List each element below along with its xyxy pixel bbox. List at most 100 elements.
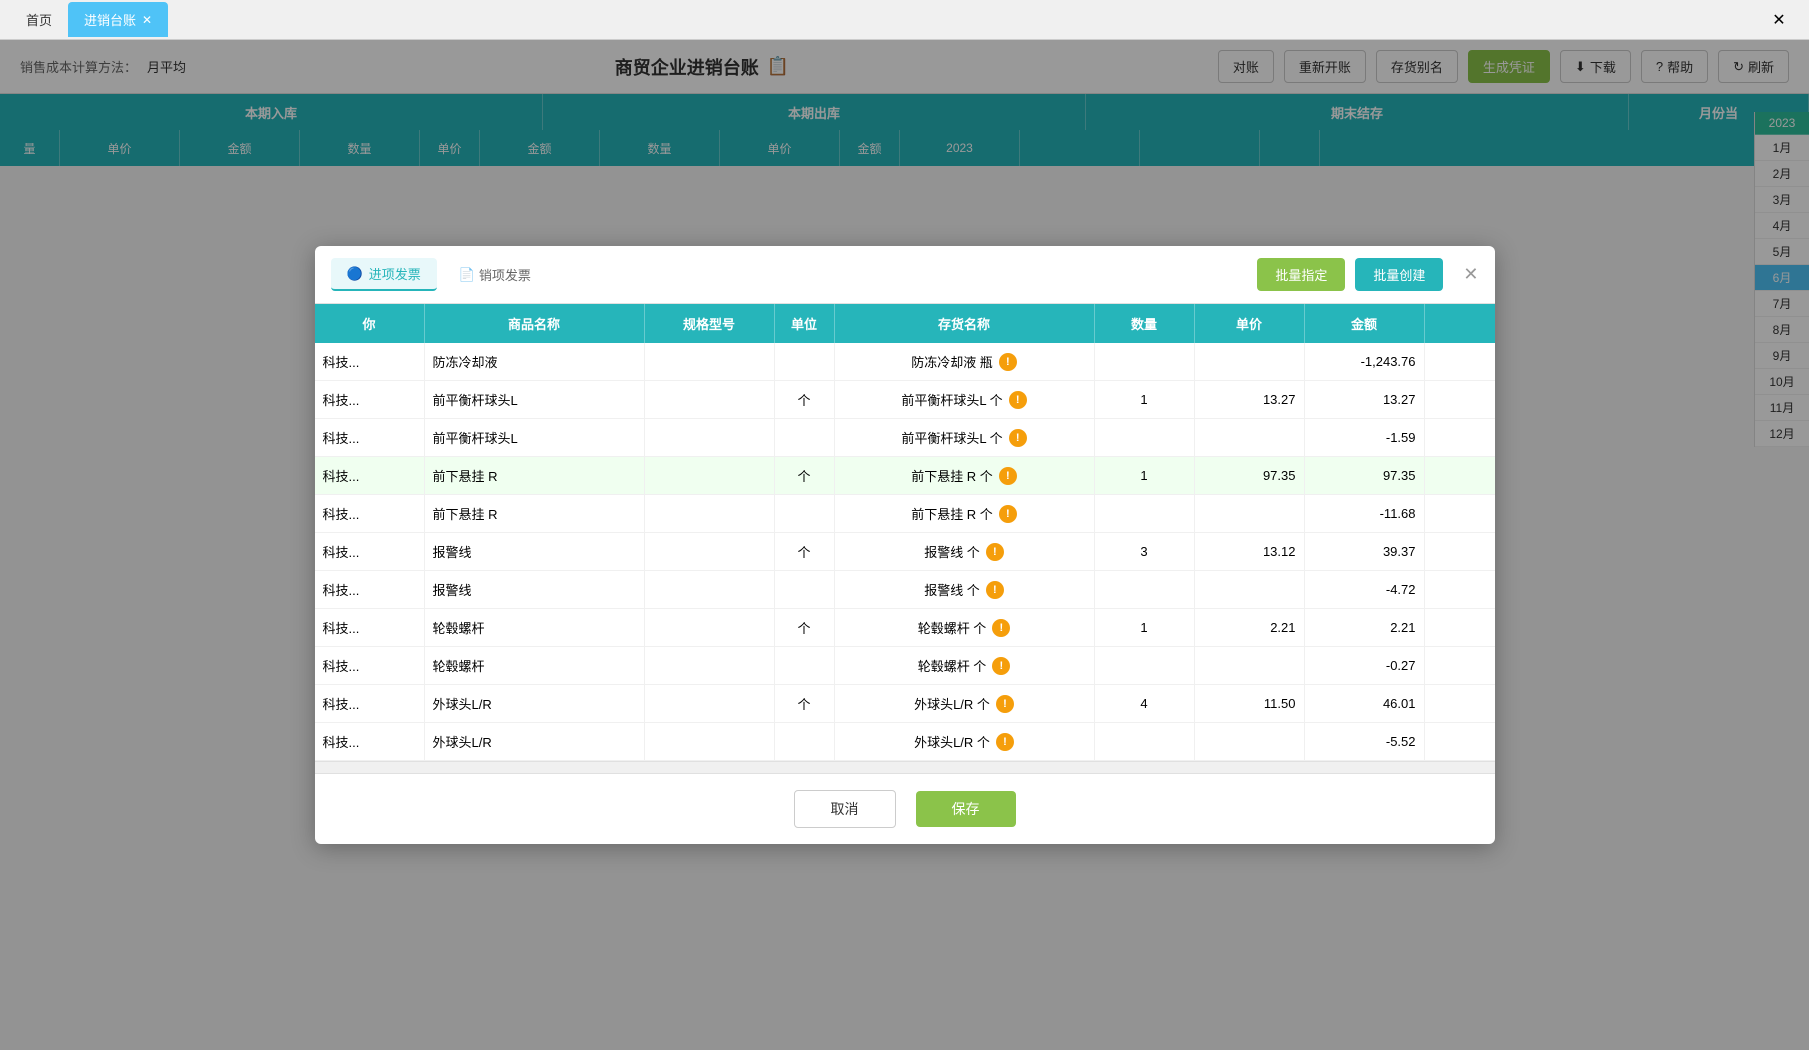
cell-unit [775, 419, 835, 456]
cell-product: 外球头L/R [425, 723, 645, 760]
modal-overlay: 🔵 进项发票 📄 销项发票 批量指定 批量创建 ✕ 你 商品名称 规 [0, 40, 1809, 1050]
warning-icon: ! [1009, 429, 1027, 447]
cell-price [1195, 419, 1305, 456]
save-button[interactable]: 保存 [916, 791, 1016, 827]
table-row: 科技... 前平衡杆球头L 个 前平衡杆球头L 个 ! 1 13.27 13.2… [315, 381, 1495, 419]
cell-qty [1095, 571, 1195, 608]
table-row: 科技... 报警线 个 报警线 个 ! 3 13.12 39.37 [315, 533, 1495, 571]
cell-qty: 1 [1095, 457, 1195, 494]
cell-spec [645, 647, 775, 684]
cell-product: 轮毂螺杆 [425, 609, 645, 646]
income-invoice-icon: 🔵 [347, 266, 363, 282]
tab-ledger[interactable]: 进销台账 ✕ [68, 2, 168, 37]
cell-product: 报警线 [425, 533, 645, 570]
main-area: 销售成本计算方法： 月平均 商贸企业进销台账 📋 对账 重新开账 存货别名 生成… [0, 40, 1809, 1050]
table-row: 科技... 前下悬挂 R 前下悬挂 R 个 ! -11.68 [315, 495, 1495, 533]
table-row: 科技... 轮毂螺杆 个 轮毂螺杆 个 ! 1 2.21 2.21 [315, 609, 1495, 647]
cell-inventory: 外球头L/R 个 ! [835, 685, 1095, 722]
cell-company: 科技... [315, 685, 425, 722]
batch-create-button[interactable]: 批量创建 [1355, 258, 1443, 291]
cell-spec [645, 343, 775, 380]
cell-company: 科技... [315, 381, 425, 418]
cell-qty [1095, 419, 1195, 456]
cell-inventory: 轮毂螺杆 个 ! [835, 647, 1095, 684]
th-price: 单价 [1195, 304, 1305, 343]
cell-inventory: 轮毂螺杆 个 ! [835, 609, 1095, 646]
cell-company: 科技... [315, 343, 425, 380]
warning-icon: ! [996, 695, 1014, 713]
modal-header: 🔵 进项发票 📄 销项发票 批量指定 批量创建 ✕ [315, 246, 1495, 304]
cell-price [1195, 343, 1305, 380]
cell-inventory: 报警线 个 ! [835, 533, 1095, 570]
cell-price [1195, 647, 1305, 684]
cell-qty: 1 [1095, 609, 1195, 646]
cell-unit [775, 571, 835, 608]
table-header: 你 商品名称 规格型号 单位 存货名称 数量 单价 金额 [315, 304, 1495, 343]
cell-spec [645, 419, 775, 456]
cell-company: 科技... [315, 457, 425, 494]
cell-product: 外球头L/R [425, 685, 645, 722]
cell-spec [645, 685, 775, 722]
table-row: 科技... 外球头L/R 外球头L/R 个 ! -5.52 [315, 723, 1495, 761]
cell-unit: 个 [775, 533, 835, 570]
cell-price: 11.50 [1195, 685, 1305, 722]
cell-inventory: 前平衡杆球头L 个 ! [835, 381, 1095, 418]
cell-inventory: 前下悬挂 R 个 ! [835, 495, 1095, 532]
cell-spec [645, 495, 775, 532]
cell-amount: 97.35 [1305, 457, 1425, 494]
th-company: 你 [315, 304, 425, 343]
cell-spec [645, 571, 775, 608]
tab-home[interactable]: 首页 [10, 2, 68, 37]
table-row: 科技... 前下悬挂 R 个 前下悬挂 R 个 ! 1 97.35 97.35 [315, 457, 1495, 495]
cell-price [1195, 571, 1305, 608]
th-inventory-name: 存货名称 [835, 304, 1095, 343]
cell-amount: 39.37 [1305, 533, 1425, 570]
batch-assign-button[interactable]: 批量指定 [1257, 258, 1345, 291]
tab-bar: 首页 进销台账 ✕ ✕ [0, 0, 1809, 40]
cell-qty: 1 [1095, 381, 1195, 418]
cell-product: 前平衡杆球头L [425, 419, 645, 456]
horizontal-scrollbar[interactable] [315, 761, 1495, 773]
tab-income-invoice[interactable]: 🔵 进项发票 [331, 258, 437, 291]
cell-qty: 3 [1095, 533, 1195, 570]
cell-unit [775, 647, 835, 684]
cell-inventory: 前平衡杆球头L 个 ! [835, 419, 1095, 456]
cell-spec [645, 533, 775, 570]
table-row: 科技... 外球头L/R 个 外球头L/R 个 ! 4 11.50 46.01 [315, 685, 1495, 723]
cancel-button[interactable]: 取消 [794, 790, 896, 828]
cell-product: 报警线 [425, 571, 645, 608]
warning-icon: ! [986, 581, 1004, 599]
sales-invoice-icon: 📄 [459, 267, 475, 283]
warning-icon: ! [999, 353, 1017, 371]
cell-unit: 个 [775, 609, 835, 646]
warning-icon: ! [996, 733, 1014, 751]
cell-amount: -5.52 [1305, 723, 1425, 760]
cell-price: 13.12 [1195, 533, 1305, 570]
cell-amount: -1,243.76 [1305, 343, 1425, 380]
cell-company: 科技... [315, 419, 425, 456]
table-row: 科技... 防冻冷却液 防冻冷却液 瓶 ! -1,243.76 [315, 343, 1495, 381]
cell-amount: -4.72 [1305, 571, 1425, 608]
cell-product: 前下悬挂 R [425, 457, 645, 494]
table-row: 科技... 轮毂螺杆 轮毂螺杆 个 ! -0.27 [315, 647, 1495, 685]
cell-amount: 13.27 [1305, 381, 1425, 418]
cell-price: 2.21 [1195, 609, 1305, 646]
tab-sales-invoice[interactable]: 📄 销项发票 [447, 259, 543, 290]
cell-product: 前下悬挂 R [425, 495, 645, 532]
cell-amount: -0.27 [1305, 647, 1425, 684]
cell-spec [645, 723, 775, 760]
cell-price: 13.27 [1195, 381, 1305, 418]
cell-company: 科技... [315, 495, 425, 532]
modal-footer: 取消 保存 [315, 773, 1495, 844]
cell-amount: -11.68 [1305, 495, 1425, 532]
window-close-button[interactable]: ✕ [1759, 0, 1799, 40]
cell-qty: 4 [1095, 685, 1195, 722]
th-spec: 规格型号 [645, 304, 775, 343]
cell-unit: 个 [775, 457, 835, 494]
cell-product: 前平衡杆球头L [425, 381, 645, 418]
modal-close-button[interactable]: ✕ [1463, 264, 1478, 285]
cell-unit: 个 [775, 381, 835, 418]
tab-close-icon[interactable]: ✕ [142, 13, 152, 27]
cell-spec [645, 457, 775, 494]
cell-company: 科技... [315, 647, 425, 684]
